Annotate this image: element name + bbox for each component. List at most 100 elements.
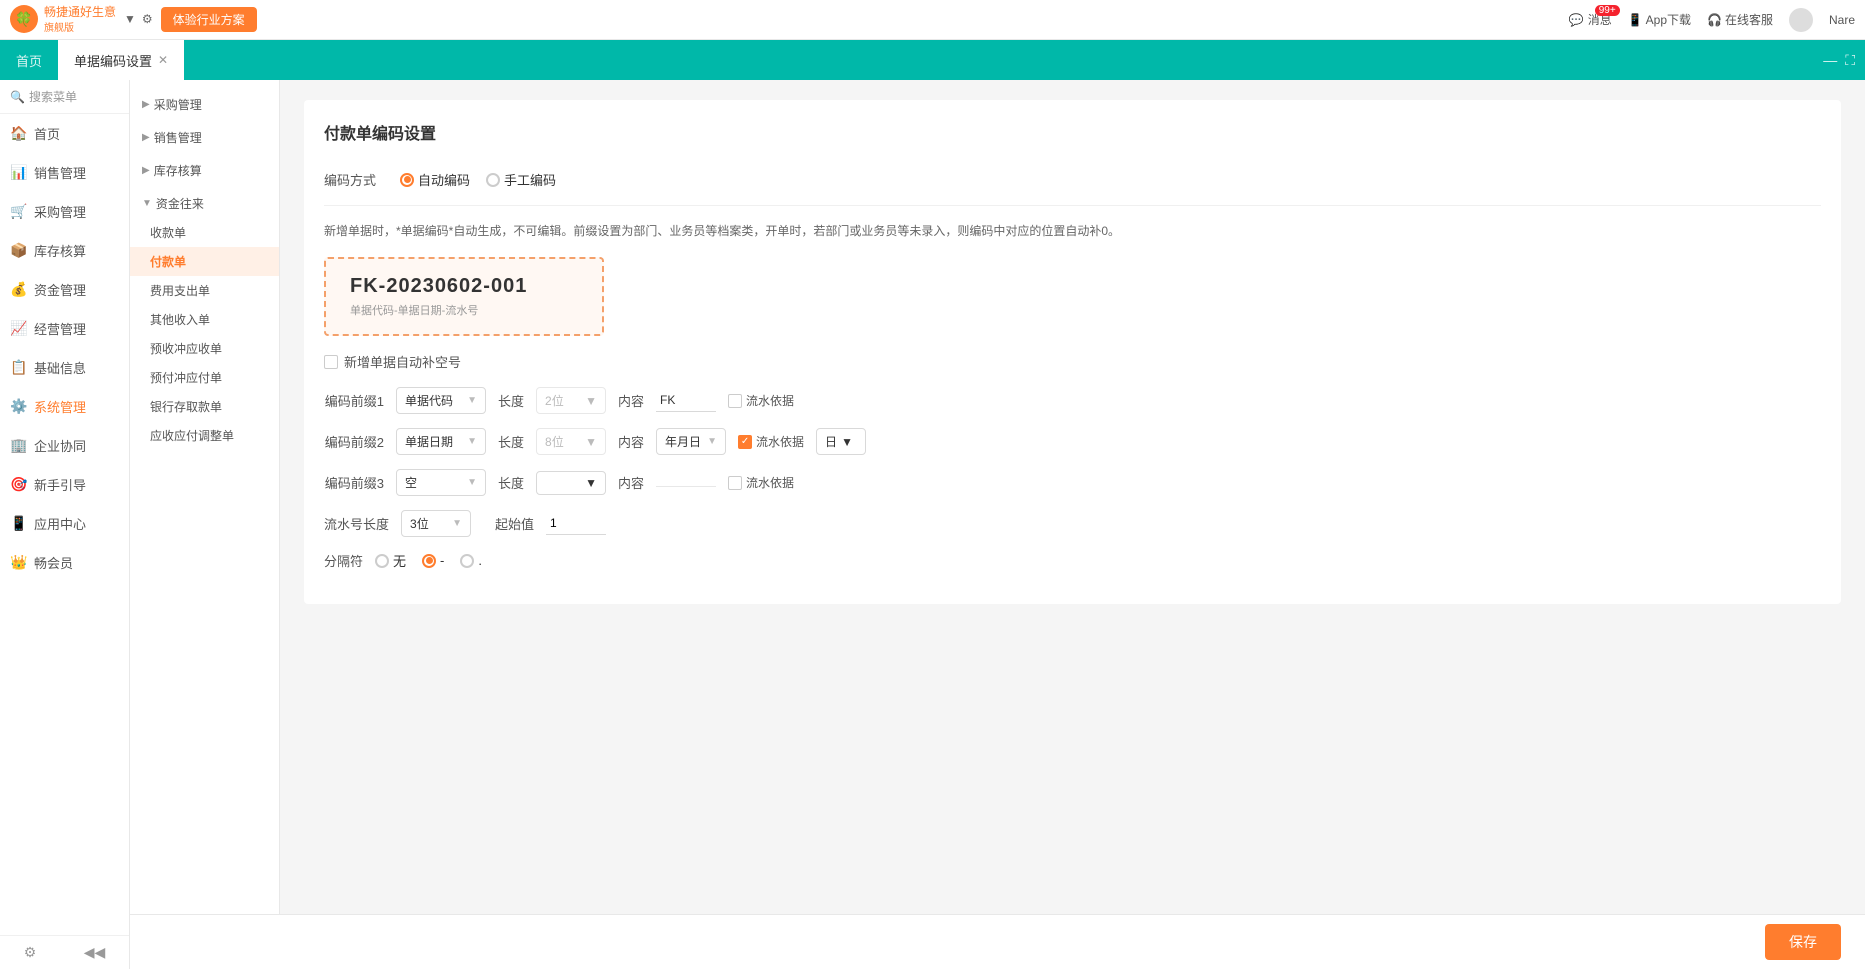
content2-select[interactable]: 年月日 ▼: [656, 428, 726, 455]
sec-section-sales: ▶ 销售管理: [130, 123, 279, 152]
prefix1-row: 编码前缀1 单据代码 ▼ 长度 2位 ▼ 内容 FK 流水依据: [324, 387, 1821, 414]
radio-auto-circle: [400, 173, 414, 187]
settings-bottom-icon[interactable]: ⚙: [24, 944, 37, 961]
top-bar-nav: ▼ ⚙: [124, 12, 153, 26]
sec-section-purchase-header[interactable]: ▶ 采购管理: [130, 90, 279, 119]
length1-value: 2位: [545, 392, 564, 409]
sidebar-item-enterprise[interactable]: 🏢 企业协同: [0, 426, 129, 465]
radio-auto[interactable]: 自动编码: [400, 170, 470, 189]
sec-section-sales-header[interactable]: ▶ 销售管理: [130, 123, 279, 152]
prefix3-value: 空: [405, 474, 417, 491]
tab-home[interactable]: 首页: [0, 40, 58, 80]
sidebar-search[interactable]: 🔍 搜索菜单: [0, 80, 129, 114]
serial-length-select[interactable]: 3位 ▼: [401, 510, 471, 537]
sec-inventory-label: 库存核算: [154, 162, 202, 179]
separator-radio-group: 无 - .: [375, 551, 482, 570]
sidebar-label-member: 畅会员: [34, 553, 73, 572]
length1-select: 2位 ▼: [536, 387, 606, 414]
try-btn[interactable]: 体验行业方案: [161, 7, 257, 32]
sidebar-item-home[interactable]: 🏠 首页: [0, 114, 129, 153]
sep-dot-label: .: [478, 553, 482, 568]
nav-dropdown-arrow[interactable]: ▼: [124, 12, 136, 26]
tab-minimize-icon[interactable]: —: [1823, 52, 1837, 68]
sep-dash-label: -: [440, 553, 444, 568]
prefix2-row: 编码前缀2 单据日期 ▼ 长度 8位 ▼ 内容 年月日 ▼ ✓ 流水依据: [324, 428, 1821, 455]
sidebar-item-system[interactable]: ⚙️ 系统管理: [0, 387, 129, 426]
sec-section-inventory-header[interactable]: ▶ 库存核算: [130, 156, 279, 185]
message-btn[interactable]: 💬 消息 99+: [1569, 11, 1612, 28]
sidebar-item-appcenter[interactable]: 📱 应用中心: [0, 504, 129, 543]
top-bar-left: 🍀 畅捷通好生意 旗舰版 ▼ ⚙ 体验行业方案: [10, 5, 257, 34]
sidebar-item-member[interactable]: 👑 畅会员: [0, 543, 129, 582]
inventory-arrow: ▶: [142, 165, 150, 176]
serial2-check[interactable]: ✓ 流水依据: [738, 433, 804, 450]
tab-maximize-icon[interactable]: ⛶: [1845, 52, 1855, 69]
sep-none[interactable]: 无: [375, 551, 406, 570]
prefix2-select[interactable]: 单据日期 ▼: [396, 428, 486, 455]
prefix1-select[interactable]: 单据代码 ▼: [396, 387, 486, 414]
prefix3-select[interactable]: 空 ▼: [396, 469, 486, 496]
sidebar-item-sales[interactable]: 📊 销售管理: [0, 153, 129, 192]
sec-item-receipt[interactable]: 收款单: [130, 218, 279, 247]
sidebar-label-enterprise: 企业协同: [34, 436, 86, 455]
prefix3-label: 编码前缀3: [324, 473, 384, 492]
settings-icon[interactable]: ⚙: [142, 12, 153, 26]
app-download-btn[interactable]: 📱 App下载: [1628, 11, 1691, 28]
sec-sales-label: 销售管理: [154, 129, 202, 146]
prefix3-arrow: ▼: [467, 477, 477, 488]
prefix2-label: 编码前缀2: [324, 432, 384, 451]
prefix1-label: 编码前缀1: [324, 391, 384, 410]
sec-item-bank-deposit[interactable]: 银行存取款单: [130, 392, 279, 421]
serial1-checkbox[interactable]: [728, 394, 742, 408]
collapse-icon[interactable]: ◀◀: [84, 944, 106, 961]
sidebar-item-purchase[interactable]: 🛒 采购管理: [0, 192, 129, 231]
radio-manual[interactable]: 手工编码: [486, 170, 556, 189]
sec-item-advance-recv[interactable]: 预收冲应收单: [130, 334, 279, 363]
encoding-method-row: 编码方式 自动编码 手工编码: [324, 160, 1821, 206]
content2-value: 年月日: [665, 433, 701, 450]
sep-dot[interactable]: .: [460, 553, 482, 568]
save-button[interactable]: 保存: [1765, 924, 1841, 960]
auto-fill-label: 新增单据自动补空号: [344, 352, 461, 371]
sep-dash-circle: [422, 554, 436, 568]
basic-icon: 📋: [10, 359, 26, 376]
home-icon: 🏠: [10, 125, 26, 142]
sec-item-expense[interactable]: 费用支出单: [130, 276, 279, 305]
avatar[interactable]: [1789, 8, 1813, 32]
length3-select[interactable]: ▼: [536, 471, 606, 495]
code-preview-main: FK-20230602-001: [350, 275, 578, 298]
radio-manual-label: 手工编码: [504, 170, 556, 189]
radio-manual-circle: [486, 173, 500, 187]
serial2-checkbox[interactable]: ✓: [738, 435, 752, 449]
sec-item-ar-ap[interactable]: 应收应付调整单: [130, 421, 279, 450]
sec-section-capital-header[interactable]: ▼ 资金往来: [130, 189, 279, 218]
sec-item-advance-pay[interactable]: 预付冲应付单: [130, 363, 279, 392]
serial-length-arrow: ▼: [452, 518, 462, 529]
sec-item-other-income[interactable]: 其他收入单: [130, 305, 279, 334]
serial1-check[interactable]: 流水依据: [728, 392, 794, 409]
tab-encoding[interactable]: 单据编码设置 ✕: [58, 40, 184, 80]
logo-area: 🍀 畅捷通好生意 旗舰版: [10, 5, 116, 34]
sidebar-item-basic[interactable]: 📋 基础信息: [0, 348, 129, 387]
logo-text-block: 畅捷通好生意 旗舰版: [44, 5, 116, 34]
sidebar-label-home: 首页: [34, 124, 60, 143]
auto-fill-checkbox[interactable]: [324, 355, 338, 369]
serial3-label: 流水依据: [746, 474, 794, 491]
online-service-btn[interactable]: 🎧 在线客服: [1707, 11, 1773, 28]
serial3-checkbox[interactable]: [728, 476, 742, 490]
sidebar-item-operations[interactable]: 📈 经营管理: [0, 309, 129, 348]
content3-label: 内容: [618, 473, 644, 492]
serial-start-input[interactable]: [546, 512, 606, 535]
sidebar-item-finance[interactable]: 💰 资金管理: [0, 270, 129, 309]
length3-label: 长度: [498, 473, 524, 492]
serial3-check[interactable]: 流水依据: [728, 474, 794, 491]
tab-close-icon[interactable]: ✕: [158, 53, 168, 67]
sidebar-item-newguide[interactable]: 🎯 新手引导: [0, 465, 129, 504]
encoding-radio-group: 自动编码 手工编码: [400, 170, 556, 189]
sep-dash[interactable]: -: [422, 553, 444, 568]
sec-item-payment[interactable]: 付款单: [130, 247, 279, 276]
serial2-label: 流水依据: [756, 433, 804, 450]
top-bar: 🍀 畅捷通好生意 旗舰版 ▼ ⚙ 体验行业方案 💬 消息 99+ 📱 App下载…: [0, 0, 1865, 40]
day-select[interactable]: 日 ▼: [816, 428, 866, 455]
sidebar-item-inventory[interactable]: 📦 库存核算: [0, 231, 129, 270]
